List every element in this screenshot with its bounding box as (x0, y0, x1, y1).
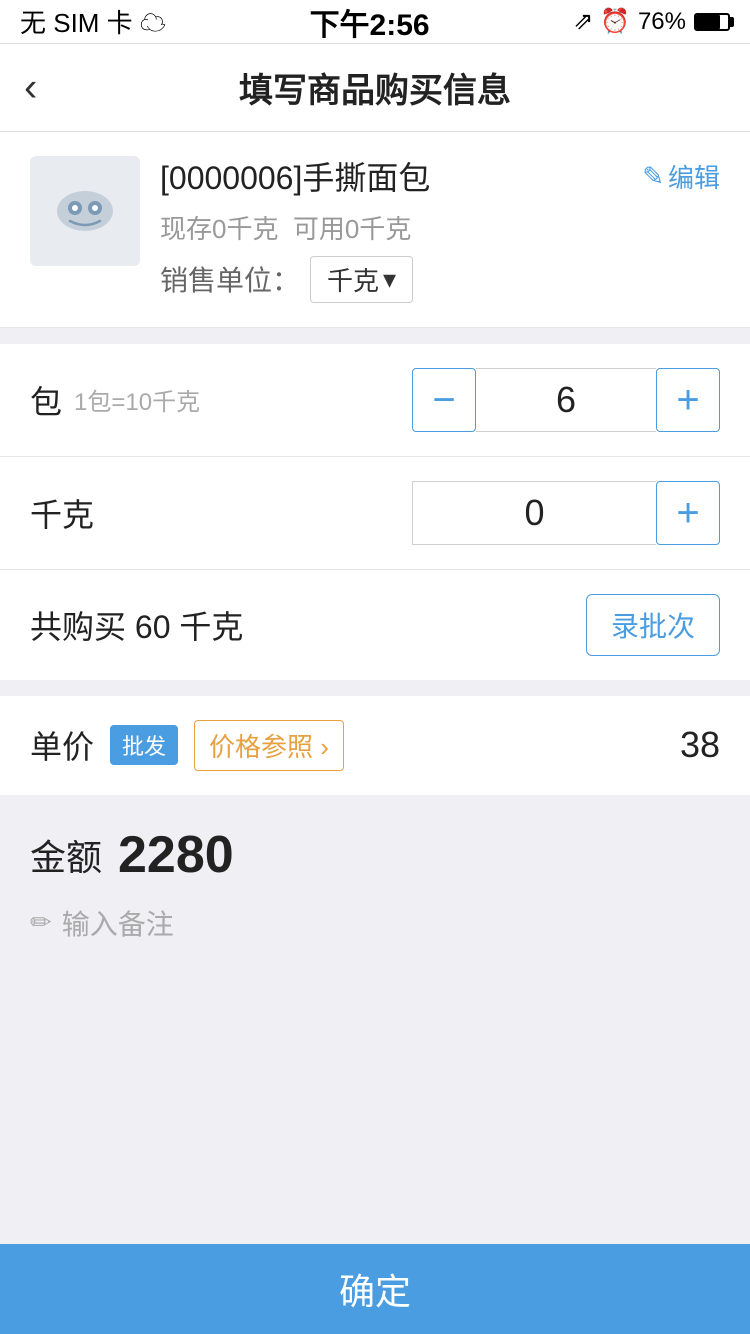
separator-1 (0, 328, 750, 344)
confirm-button[interactable]: 确定 (0, 1244, 750, 1334)
kg-quantity-input[interactable] (412, 481, 656, 545)
pencil-icon: ✏ (30, 907, 52, 938)
price-reference-button[interactable]: 价格参照 › (194, 720, 344, 771)
package-label: 包 1包=10千克 (30, 377, 200, 423)
package-quantity-control: − + (412, 368, 720, 432)
nav-bar: ‹ 填写商品购买信息 (0, 44, 750, 132)
amount-row: 金额 2280 (30, 825, 720, 885)
package-quantity-input[interactable] (476, 368, 656, 432)
note-placeholder: 输入备注 (62, 903, 174, 943)
kg-input-row: 千克 + (0, 457, 750, 570)
product-card: [0000006]手撕面包 现存0千克 可用0千克 销售单位： 千克 ▾ ✎ 编… (0, 132, 750, 328)
price-tag: 批发 (110, 725, 178, 765)
total-row: 共购买 60 千克 录批次 (0, 570, 750, 680)
product-stock: 现存0千克 可用0千克 (160, 209, 622, 246)
package-minus-button[interactable]: − (412, 368, 476, 432)
product-thumbnail (30, 156, 140, 266)
separator-2 (0, 680, 750, 696)
status-right: ⇗ ⏰ 76% (573, 7, 730, 36)
amount-section: 金额 2280 ✏ 输入备注 (0, 795, 750, 959)
product-unit-row: 销售单位： 千克 ▾ (160, 256, 622, 303)
kg-plus-button[interactable]: + (656, 481, 720, 545)
unit-select[interactable]: 千克 ▾ (310, 256, 413, 303)
package-plus-button[interactable]: + (656, 368, 720, 432)
battery-bar (694, 13, 730, 31)
package-hint: 1包=10千克 (74, 382, 200, 417)
amount-label: 金额 (30, 829, 102, 881)
total-label: 共购买 60 千克 (30, 602, 243, 648)
status-time: 下午2:56 (310, 0, 430, 44)
product-info: [0000006]手撕面包 现存0千克 可用0千克 销售单位： 千克 ▾ (160, 156, 622, 303)
status-left: 无 SIM 卡 ☁ (20, 3, 166, 40)
kg-label: 千克 (30, 490, 94, 536)
back-button[interactable]: ‹ (24, 65, 37, 110)
input-section: 包 1包=10千克 − + 千克 + (0, 344, 750, 570)
amount-value: 2280 (118, 825, 234, 885)
note-row[interactable]: ✏ 输入备注 (30, 903, 720, 943)
kg-quantity-control: + (412, 481, 720, 545)
product-card-right: ✎ 编辑 (642, 156, 720, 195)
sim-status: 无 SIM 卡 ☁ (20, 3, 166, 40)
page-title: 填写商品购买信息 (239, 63, 511, 112)
product-name: [0000006]手撕面包 (160, 156, 622, 201)
record-batch-button[interactable]: 录批次 (586, 594, 720, 656)
status-bar: 无 SIM 卡 ☁ 下午2:56 ⇗ ⏰ 76% (0, 0, 750, 44)
battery-icon: ⇗ ⏰ (573, 7, 630, 36)
battery-level: 76% (638, 8, 686, 36)
confirm-button-label: 确定 (339, 1263, 411, 1315)
price-value: 38 (680, 724, 720, 766)
chevron-down-icon: ▾ (383, 264, 396, 295)
edit-icon: ✎ (642, 161, 664, 192)
price-section: 单价 批发 价格参照 › 38 (0, 696, 750, 795)
edit-button[interactable]: ✎ 编辑 (642, 158, 720, 195)
package-input-row: 包 1包=10千克 − + (0, 344, 750, 457)
price-label: 单价 (30, 722, 94, 768)
